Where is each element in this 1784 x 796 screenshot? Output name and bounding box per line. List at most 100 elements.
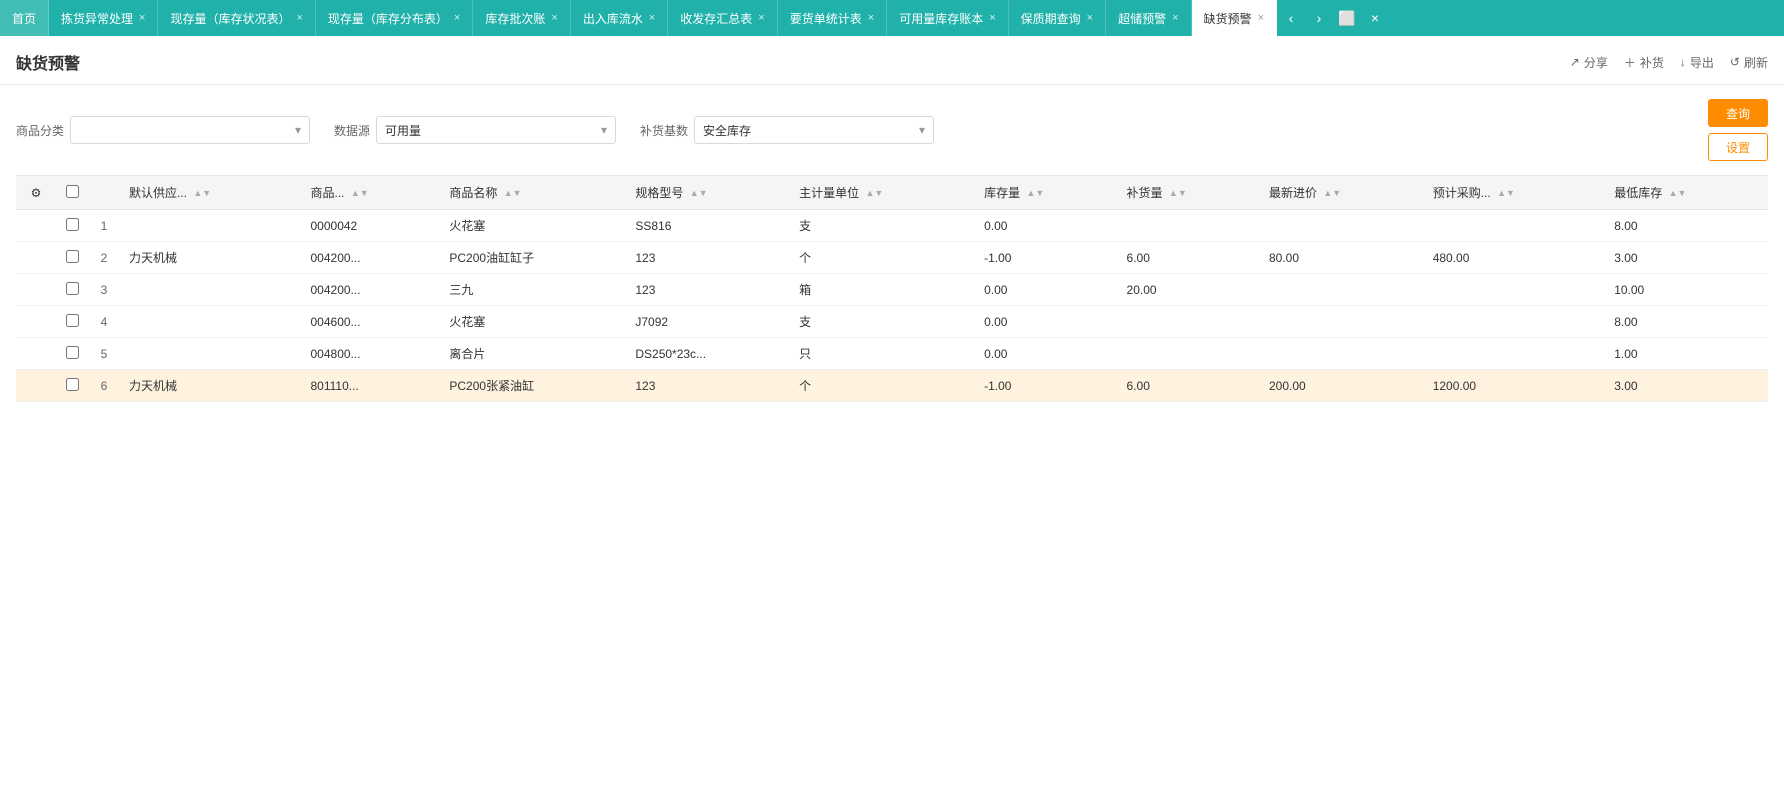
- tab-shortage-close[interactable]: ×: [1258, 12, 1264, 24]
- col-unit: 主计量单位 ▲▼: [789, 176, 974, 210]
- filter-bar: 商品分类 ▾ 数据源 可用量 ▾ 补货基数 安全库存 ▾ 查询 设置: [0, 85, 1784, 175]
- row-stock-qty-2: 0.00: [974, 274, 1116, 306]
- tab-stock-dist-close[interactable]: ×: [454, 12, 460, 24]
- row-spec-1: 123: [625, 242, 789, 274]
- sort-latest-price-icon[interactable]: ▲▼: [1323, 189, 1341, 198]
- row-unit-3: 支: [789, 306, 974, 338]
- tab-available-ledger[interactable]: 可用量库存账本 ×: [887, 0, 1008, 36]
- row-checkbox-5[interactable]: [66, 378, 79, 391]
- row-checkbox-cell-0: [56, 210, 89, 242]
- tab-receive-summary[interactable]: 收发存汇总表 ×: [668, 0, 777, 36]
- tab-receive-summary-close[interactable]: ×: [758, 12, 764, 24]
- table-container: ⚙ 默认供应... ▲▼ 商品... ▲▼ 商品名称: [0, 175, 1784, 402]
- replenish-button[interactable]: ＋ 补货: [1624, 54, 1664, 71]
- refresh-button[interactable]: ↺ 刷新: [1730, 54, 1768, 71]
- table-settings-icon[interactable]: ⚙: [31, 186, 42, 200]
- replenish-base-filter-group: 补货基数 安全库存 ▾: [640, 116, 934, 144]
- datasource-select[interactable]: 可用量 ▾: [376, 116, 616, 144]
- sort-est-purchase-icon[interactable]: ▲▼: [1497, 189, 1515, 198]
- row-supplier-5: 力天机械: [119, 370, 301, 402]
- sort-supplier-icon[interactable]: ▲▼: [193, 189, 211, 198]
- tab-stock-status-close[interactable]: ×: [296, 12, 302, 24]
- tab-expiry-query-close[interactable]: ×: [1087, 12, 1093, 24]
- page-title: 缺货预警: [16, 50, 80, 74]
- datasource-select-value: 可用量: [385, 122, 597, 139]
- tab-overstock[interactable]: 超储预警 ×: [1106, 0, 1191, 36]
- sort-stock-qty-icon[interactable]: ▲▼: [1026, 189, 1044, 198]
- tab-demand-stat[interactable]: 要货单统计表 ×: [778, 0, 887, 36]
- query-button[interactable]: 查询: [1708, 99, 1768, 127]
- tab-inout-flow[interactable]: 出入库流水 ×: [571, 0, 668, 36]
- tab-abnormal-close[interactable]: ×: [139, 12, 145, 24]
- sort-replenish-qty-icon[interactable]: ▲▼: [1169, 189, 1187, 198]
- tab-stock-status[interactable]: 现存量（库存状况表） ×: [158, 0, 315, 36]
- row-replenish-qty-2: 20.00: [1117, 274, 1259, 306]
- row-min-stock-4: 1.00: [1604, 338, 1768, 370]
- row-checkbox-0[interactable]: [66, 218, 79, 231]
- tab-close-all-icon: ×: [1371, 10, 1379, 26]
- tab-abnormal[interactable]: 拣货异常处理 ×: [49, 0, 158, 36]
- row-checkbox-3[interactable]: [66, 314, 79, 327]
- tab-stock-dist-label: 现存量（库存分布表）: [328, 10, 448, 27]
- datasource-filter-label: 数据源: [334, 122, 370, 139]
- row-latest-price-5: 200.00: [1259, 370, 1423, 402]
- row-checkbox-cell-5: [56, 370, 89, 402]
- col-est-purchase: 预计采购... ▲▼: [1423, 176, 1605, 210]
- export-button[interactable]: ↓ 导出: [1680, 54, 1714, 71]
- row-checkbox-1[interactable]: [66, 250, 79, 263]
- sort-product-name-icon[interactable]: ▲▼: [504, 189, 522, 198]
- main-content: 缺货预警 ↗ 分享 ＋ 补货 ↓ 导出 ↺ 刷新 商品分类: [0, 36, 1784, 796]
- row-replenish-qty-4: [1117, 338, 1259, 370]
- tab-overstock-close[interactable]: ×: [1172, 12, 1178, 24]
- row-latest-price-0: [1259, 210, 1423, 242]
- col-product-code: 商品... ▲▼: [301, 176, 440, 210]
- tab-expiry-query-label: 保质期查询: [1021, 10, 1081, 27]
- sort-product-code-icon[interactable]: ▲▼: [351, 189, 369, 198]
- sort-spec-icon[interactable]: ▲▼: [690, 189, 708, 198]
- sort-min-stock-icon[interactable]: ▲▼: [1669, 189, 1687, 198]
- tab-batch-account[interactable]: 库存批次账 ×: [473, 0, 570, 36]
- sort-unit-icon[interactable]: ▲▼: [865, 189, 883, 198]
- select-all-checkbox[interactable]: [66, 185, 79, 198]
- replenish-label: 补货: [1640, 54, 1664, 71]
- tab-receive-summary-label: 收发存汇总表: [680, 10, 752, 27]
- tab-batch-account-close[interactable]: ×: [551, 12, 557, 24]
- category-select[interactable]: ▾: [70, 116, 310, 144]
- tab-shortage[interactable]: 缺货预警 ×: [1192, 0, 1277, 36]
- row-product-code-0: 0000042: [301, 210, 440, 242]
- tab-restore-icon: ⬜: [1338, 10, 1355, 27]
- tab-inout-flow-close[interactable]: ×: [649, 12, 655, 24]
- tab-overstock-label: 超储预警: [1118, 10, 1166, 27]
- col-min-stock: 最低库存 ▲▼: [1604, 176, 1768, 210]
- col-default-supplier: 默认供应... ▲▼: [119, 176, 301, 210]
- tab-home[interactable]: 首页: [0, 0, 49, 36]
- row-num-3: 4: [89, 306, 119, 338]
- tab-available-ledger-close[interactable]: ×: [989, 12, 995, 24]
- replenish-base-select[interactable]: 安全库存 ▾: [694, 116, 934, 144]
- row-unit-5: 个: [789, 370, 974, 402]
- row-product-code-1: 004200...: [301, 242, 440, 274]
- tab-expiry-query[interactable]: 保质期查询 ×: [1009, 0, 1106, 36]
- table-row: 3 004200... 三九 123 箱 0.00 20.00 10.00: [16, 274, 1768, 306]
- tab-close-all-btn[interactable]: ×: [1361, 0, 1389, 36]
- tab-demand-stat-close[interactable]: ×: [868, 12, 874, 24]
- row-stock-qty-0: 0.00: [974, 210, 1116, 242]
- share-label: 分享: [1584, 54, 1608, 71]
- tab-prev-btn[interactable]: ‹: [1277, 0, 1305, 36]
- tab-available-ledger-label: 可用量库存账本: [899, 10, 983, 27]
- row-replenish-qty-3: [1117, 306, 1259, 338]
- table-body: 1 0000042 火花塞 SS816 支 0.00 8.00 2 力天机械 0…: [16, 210, 1768, 402]
- row-product-name-5: PC200张紧油缸: [439, 370, 625, 402]
- tab-restore-btn[interactable]: ⬜: [1333, 0, 1361, 36]
- row-settings-5: [16, 370, 56, 402]
- tab-stock-dist[interactable]: 现存量（库存分布表） ×: [316, 0, 473, 36]
- row-spec-2: 123: [625, 274, 789, 306]
- share-button[interactable]: ↗ 分享: [1570, 54, 1608, 71]
- row-est-purchase-4: [1423, 338, 1605, 370]
- settings-button[interactable]: 设置: [1708, 133, 1768, 161]
- row-num-5: 6: [89, 370, 119, 402]
- row-checkbox-2[interactable]: [66, 282, 79, 295]
- row-checkbox-4[interactable]: [66, 346, 79, 359]
- tab-next-btn[interactable]: ›: [1305, 0, 1333, 36]
- replenish-base-select-value: 安全库存: [703, 122, 915, 139]
